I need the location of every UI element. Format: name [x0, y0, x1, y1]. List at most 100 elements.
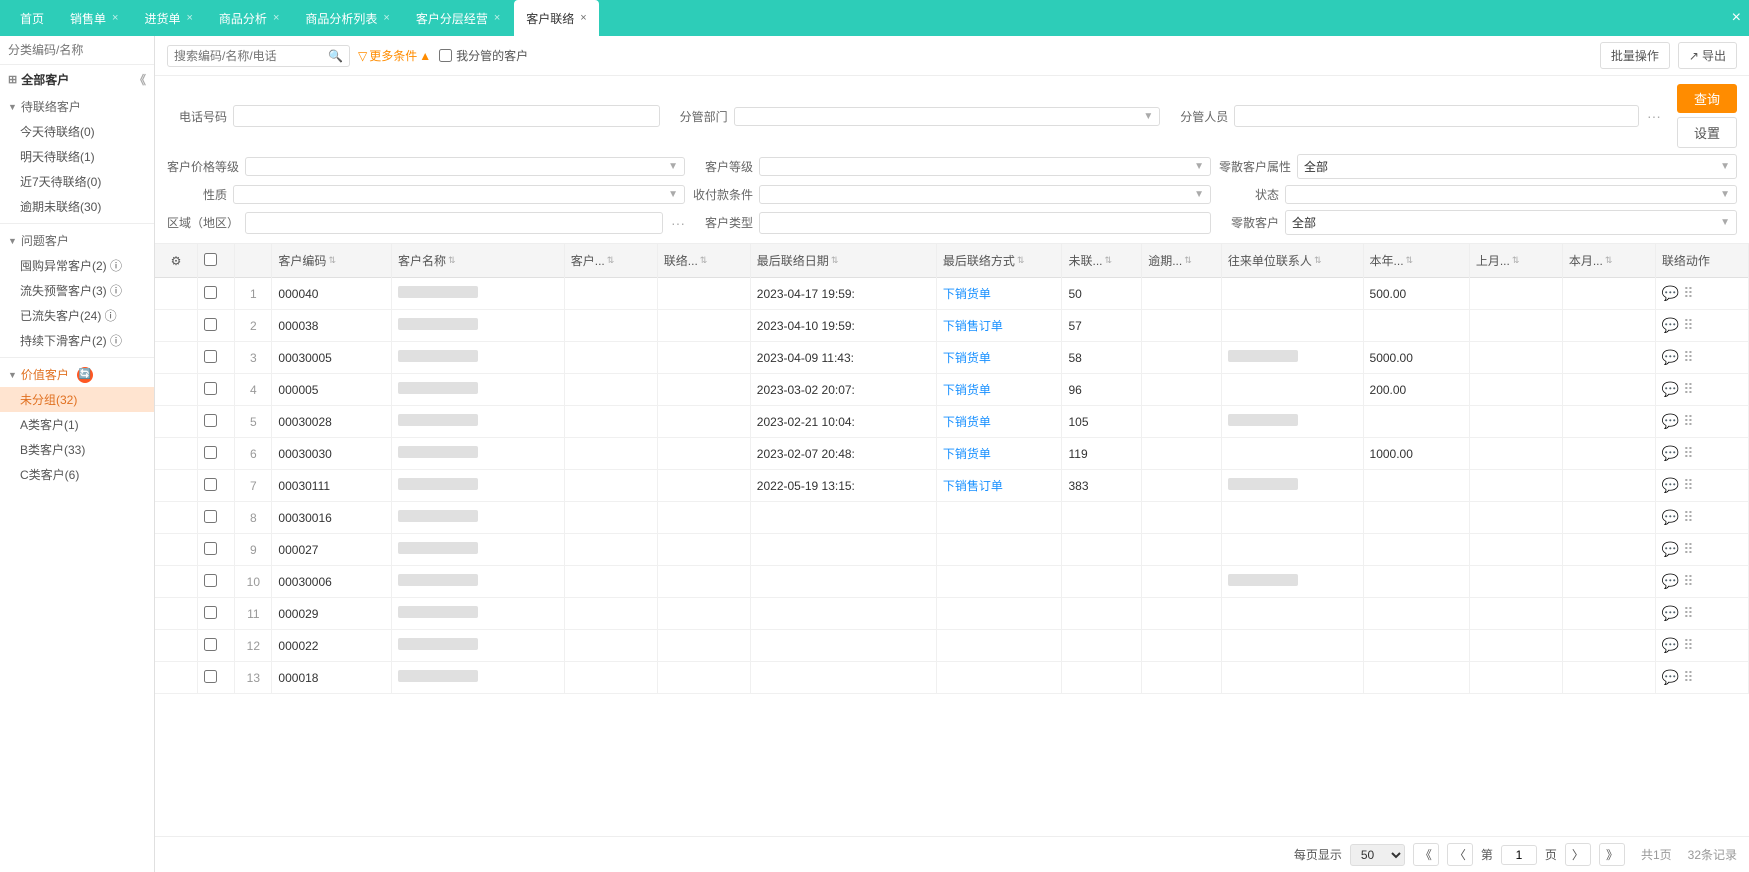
th-this-year[interactable]: 本年...⇅: [1363, 244, 1469, 278]
row-checkbox[interactable]: [204, 638, 217, 651]
row-checkbox[interactable]: [204, 286, 217, 299]
nature-select[interactable]: ▼: [233, 185, 685, 204]
row-checkbox[interactable]: [204, 510, 217, 523]
action-menu-icon[interactable]: ⠿: [1683, 317, 1693, 334]
region-more-icon[interactable]: ···: [671, 215, 685, 231]
row-last-contact-way[interactable]: 下销货单: [936, 438, 1062, 470]
action-menu-icon[interactable]: ⠿: [1683, 285, 1693, 302]
action-chat-icon[interactable]: 💬: [1662, 573, 1679, 590]
scatter-select[interactable]: 全部 ▼: [1285, 210, 1737, 235]
sidebar-item-overdue[interactable]: 逾期未联络(30): [0, 194, 154, 219]
action-chat-icon[interactable]: 💬: [1662, 445, 1679, 462]
action-chat-icon[interactable]: 💬: [1662, 477, 1679, 494]
th-no-contact[interactable]: 未联...⇅: [1062, 244, 1142, 278]
sidebar-item-abnormal[interactable]: 囤购异常客户(2) ⓘ: [0, 253, 154, 278]
action-menu-icon[interactable]: ⠿: [1683, 637, 1693, 654]
th-type[interactable]: 客户...⇅: [564, 244, 657, 278]
action-menu-icon[interactable]: ⠿: [1683, 541, 1693, 558]
sidebar-item-class-c[interactable]: C类客户(6): [0, 462, 154, 487]
row-checkbox[interactable]: [204, 670, 217, 683]
close-customer-contact-icon[interactable]: ×: [580, 12, 586, 24]
search-input[interactable]: [174, 49, 324, 63]
prev-page-btn[interactable]: 〈: [1447, 843, 1473, 866]
th-unit-contact[interactable]: 往来单位联系人⇅: [1221, 244, 1363, 278]
action-menu-icon[interactable]: ⠿: [1683, 381, 1693, 398]
action-chat-icon[interactable]: 💬: [1662, 541, 1679, 558]
sidebar-item-declining[interactable]: 持续下滑客户(2) ⓘ: [0, 328, 154, 353]
region-input[interactable]: [245, 212, 663, 234]
action-chat-icon[interactable]: 💬: [1662, 317, 1679, 334]
close-goods-analysis-icon[interactable]: ×: [273, 12, 279, 24]
th-this-month[interactable]: 本月...⇅: [1562, 244, 1655, 278]
next-page-btn[interactable]: 〉: [1565, 843, 1591, 866]
row-last-contact-way[interactable]: 下销货单: [936, 406, 1062, 438]
th-check[interactable]: [198, 244, 235, 278]
action-chat-icon[interactable]: 💬: [1662, 509, 1679, 526]
link-cell[interactable]: 下销售订单: [943, 479, 1003, 493]
action-menu-icon[interactable]: ⠿: [1683, 349, 1693, 366]
value-customers-group[interactable]: ▼ 价值客户 🔄: [0, 362, 154, 387]
last-page-btn[interactable]: 》: [1599, 843, 1625, 866]
th-code[interactable]: 客户编码⇅: [272, 244, 392, 278]
row-checkbox[interactable]: [204, 350, 217, 363]
row-checkbox[interactable]: [204, 606, 217, 619]
person-input[interactable]: [1234, 105, 1639, 127]
first-page-btn[interactable]: 《: [1413, 843, 1439, 866]
cust-type-input[interactable]: [759, 212, 1211, 234]
action-menu-icon[interactable]: ⠿: [1683, 445, 1693, 462]
page-input[interactable]: [1501, 845, 1537, 865]
link-cell[interactable]: 下销售订单: [943, 319, 1003, 333]
row-check[interactable]: [198, 374, 235, 406]
nav-tab-sales[interactable]: 销售单 ×: [58, 0, 130, 36]
scatter-attr-select[interactable]: 全部 ▼: [1297, 154, 1737, 179]
th-last-contact-way[interactable]: 最后联络方式⇅: [936, 244, 1062, 278]
collapse-sidebar-icon[interactable]: 《: [134, 71, 146, 88]
customer-level-select[interactable]: ▼: [759, 157, 1211, 176]
row-check[interactable]: [198, 502, 235, 534]
dept-select[interactable]: ▼: [734, 107, 1161, 126]
problem-customers-group[interactable]: ▼ 问题客户: [0, 228, 154, 253]
th-contact[interactable]: 联络...⇅: [657, 244, 750, 278]
row-checkbox[interactable]: [204, 318, 217, 331]
sidebar-item-tomorrow-pending[interactable]: 明天待联络(1): [0, 144, 154, 169]
row-check[interactable]: [198, 566, 235, 598]
sidebar-item-ungrouped[interactable]: 未分组(32): [0, 387, 154, 412]
row-check[interactable]: [198, 598, 235, 630]
action-chat-icon[interactable]: 💬: [1662, 349, 1679, 366]
th-last-contact-date[interactable]: 最后联络日期⇅: [750, 244, 936, 278]
row-check[interactable]: [198, 310, 235, 342]
row-check[interactable]: [198, 662, 235, 694]
link-cell[interactable]: 下销货单: [943, 383, 991, 397]
export-button[interactable]: ↗ 导出: [1678, 42, 1737, 69]
th-last-month[interactable]: 上月...⇅: [1469, 244, 1562, 278]
action-chat-icon[interactable]: 💬: [1662, 413, 1679, 430]
more-conditions-btn[interactable]: ▽ 更多条件 ▲: [358, 47, 431, 64]
nav-tab-customer-contact[interactable]: 客户联络 ×: [514, 0, 598, 36]
pending-contact-group[interactable]: ▼ 待联络客户: [0, 94, 154, 119]
row-check[interactable]: [198, 630, 235, 662]
action-menu-icon[interactable]: ⠿: [1683, 669, 1693, 686]
sidebar-item-class-b[interactable]: B类客户(33): [0, 437, 154, 462]
sidebar-item-churned[interactable]: 已流失客户(24) ⓘ: [0, 303, 154, 328]
row-last-contact-way[interactable]: 下销货单: [936, 342, 1062, 374]
row-last-contact-way[interactable]: 下销售订单: [936, 470, 1062, 502]
select-all-checkbox[interactable]: [204, 253, 217, 266]
row-checkbox[interactable]: [204, 478, 217, 491]
row-checkbox[interactable]: [204, 414, 217, 427]
my-customers-checkbox[interactable]: [439, 49, 452, 62]
close-goods-list-icon[interactable]: ×: [383, 12, 389, 24]
sidebar-item-class-a[interactable]: A类客户(1): [0, 412, 154, 437]
row-check[interactable]: [198, 470, 235, 502]
row-checkbox[interactable]: [204, 574, 217, 587]
close-customer-tier-icon[interactable]: ×: [494, 12, 500, 24]
reset-button[interactable]: 设置: [1677, 117, 1737, 148]
row-check[interactable]: [198, 438, 235, 470]
search-icon[interactable]: 🔍: [328, 49, 343, 63]
nav-tab-purchase[interactable]: 进货单 ×: [132, 0, 204, 36]
row-last-contact-way[interactable]: 下销售订单: [936, 310, 1062, 342]
link-cell[interactable]: 下销货单: [943, 351, 991, 365]
row-checkbox[interactable]: [204, 446, 217, 459]
action-chat-icon[interactable]: 💬: [1662, 381, 1679, 398]
close-all-icon[interactable]: ×: [1732, 9, 1741, 27]
action-chat-icon[interactable]: 💬: [1662, 605, 1679, 622]
